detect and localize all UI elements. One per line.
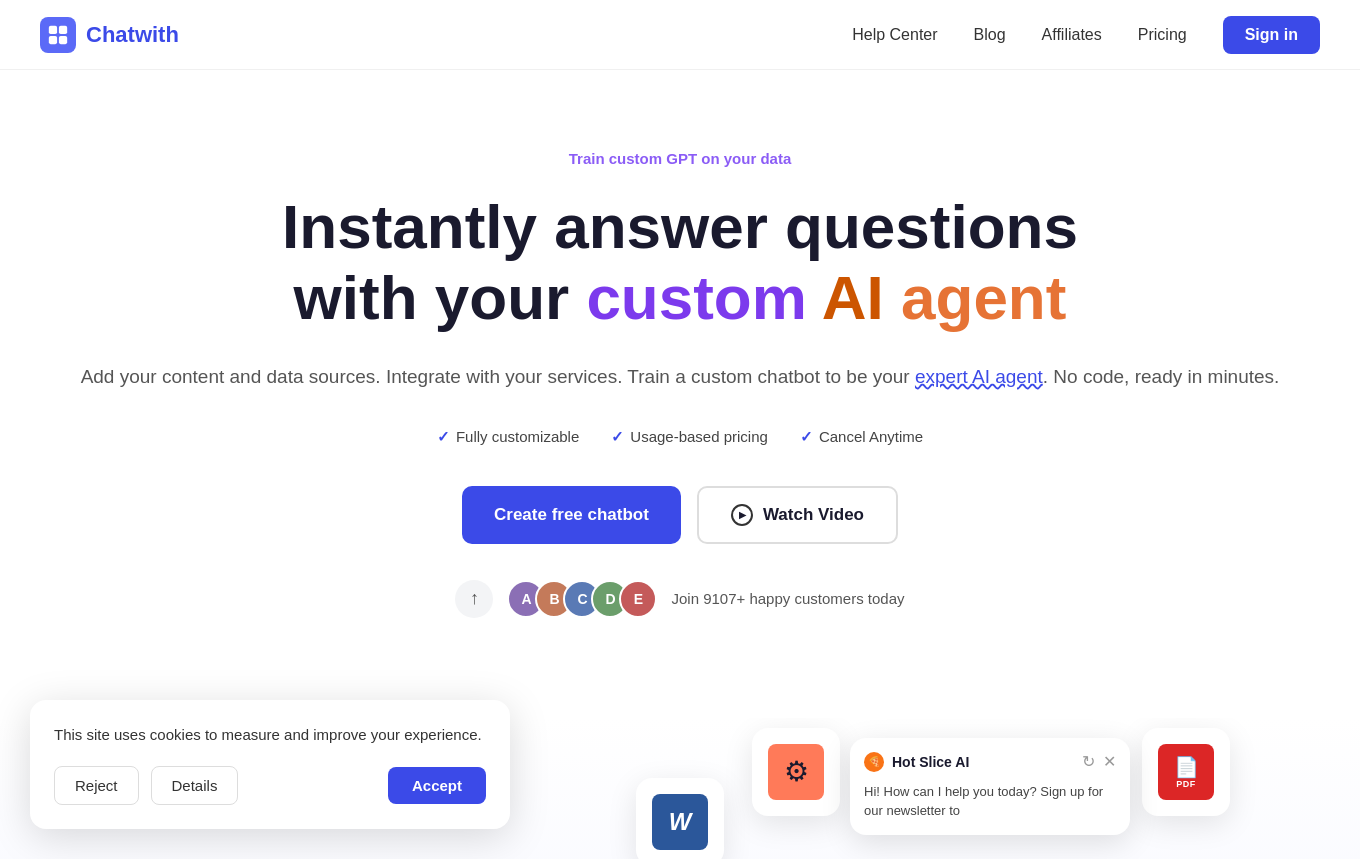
- cookie-reject-button[interactable]: Reject: [54, 766, 139, 805]
- check-pricing: ✓ Usage-based pricing: [611, 428, 768, 446]
- avatar-5: E: [619, 580, 657, 618]
- pdf-icon: 📄 PDF: [1158, 744, 1214, 800]
- cookie-message: This site uses cookies to measure and im…: [54, 724, 486, 747]
- cookie-details-button[interactable]: Details: [151, 766, 239, 805]
- nav-links: Help Center Blog Affiliates Pricing Sign…: [852, 16, 1320, 54]
- nav-affiliates[interactable]: Affiliates: [1042, 26, 1102, 44]
- hero-subtitle-link[interactable]: expert AI agent: [915, 366, 1043, 387]
- cookie-accept-button[interactable]: Accept: [388, 767, 486, 804]
- hero-title: Instantly answer questions with your cus…: [40, 191, 1320, 334]
- brand-name: Chatwith: [86, 22, 179, 48]
- upload-icon: ↑: [455, 580, 493, 618]
- svg-rect-3: [59, 35, 67, 43]
- word-integration: W: [636, 778, 724, 859]
- hubspot-icon: ⚙: [768, 744, 824, 800]
- word-icon: W: [652, 794, 708, 850]
- svg-rect-1: [59, 25, 67, 33]
- hero-title-custom: custom: [586, 263, 806, 332]
- chat-body: Hi! How can I help you today? Sign up fo…: [864, 782, 1116, 821]
- check-customizable: ✓ Fully customizable: [437, 428, 579, 446]
- navigation: Chatwith Help Center Blog Affiliates Pri…: [0, 0, 1360, 70]
- svg-rect-2: [49, 35, 57, 43]
- cookie-buttons: Reject Details Accept: [54, 766, 486, 805]
- cookie-banner: This site uses cookies to measure and im…: [30, 700, 510, 830]
- chat-widget-preview: 🍕 Hot Slice AI ↻ ✕ Hi! How can I help yo…: [850, 738, 1130, 835]
- hero-title-line1: Instantly answer questions: [282, 192, 1078, 261]
- hero-title-agent: agent: [884, 263, 1067, 332]
- hero-tagline: Train custom GPT on your data: [40, 150, 1320, 167]
- nav-blog[interactable]: Blog: [974, 26, 1006, 44]
- create-chatbot-button[interactable]: Create free chatbot: [462, 486, 681, 544]
- pdf-integration: 📄 PDF: [1142, 728, 1230, 816]
- social-proof-text: Join 9107+ happy customers today: [671, 590, 904, 607]
- hero-section: Train custom GPT on your data Instantly …: [0, 70, 1360, 718]
- close-icon[interactable]: ✕: [1103, 752, 1116, 771]
- customer-avatars: A B C D E: [507, 580, 657, 618]
- refresh-icon[interactable]: ↻: [1082, 752, 1095, 771]
- logo[interactable]: Chatwith: [40, 17, 179, 53]
- play-icon: [731, 504, 753, 526]
- nav-help-center[interactable]: Help Center: [852, 26, 937, 44]
- check-cancel: ✓ Cancel Anytime: [800, 428, 923, 446]
- chat-widget-header: 🍕 Hot Slice AI ↻ ✕: [864, 752, 1116, 772]
- hero-subtitle-post: . No code, ready in minutes.: [1043, 366, 1280, 387]
- chat-brand-name: Hot Slice AI: [892, 754, 969, 770]
- hero-subtitle-pre: Add your content and data sources. Integ…: [81, 366, 915, 387]
- chat-controls: ↻ ✕: [1082, 752, 1116, 771]
- hero-title-ai: AI: [807, 263, 884, 332]
- svg-rect-0: [49, 25, 57, 33]
- nav-pricing[interactable]: Pricing: [1138, 26, 1187, 44]
- hero-title-line2-pre: with your: [294, 263, 587, 332]
- hero-subtitle: Add your content and data sources. Integ…: [40, 362, 1320, 392]
- chat-brand-icon: 🍕: [864, 752, 884, 772]
- signin-button[interactable]: Sign in: [1223, 16, 1320, 54]
- hero-checks: ✓ Fully customizable ✓ Usage-based prici…: [40, 428, 1320, 446]
- hero-buttons: Create free chatbot Watch Video: [40, 486, 1320, 544]
- logo-icon: [40, 17, 76, 53]
- hubspot-integration: ⚙: [752, 728, 840, 816]
- watch-video-label: Watch Video: [763, 505, 864, 525]
- chat-brand: 🍕 Hot Slice AI: [864, 752, 969, 772]
- social-proof: ↑ A B C D E Join 9107+ happy customers t…: [40, 580, 1320, 618]
- watch-video-button[interactable]: Watch Video: [697, 486, 898, 544]
